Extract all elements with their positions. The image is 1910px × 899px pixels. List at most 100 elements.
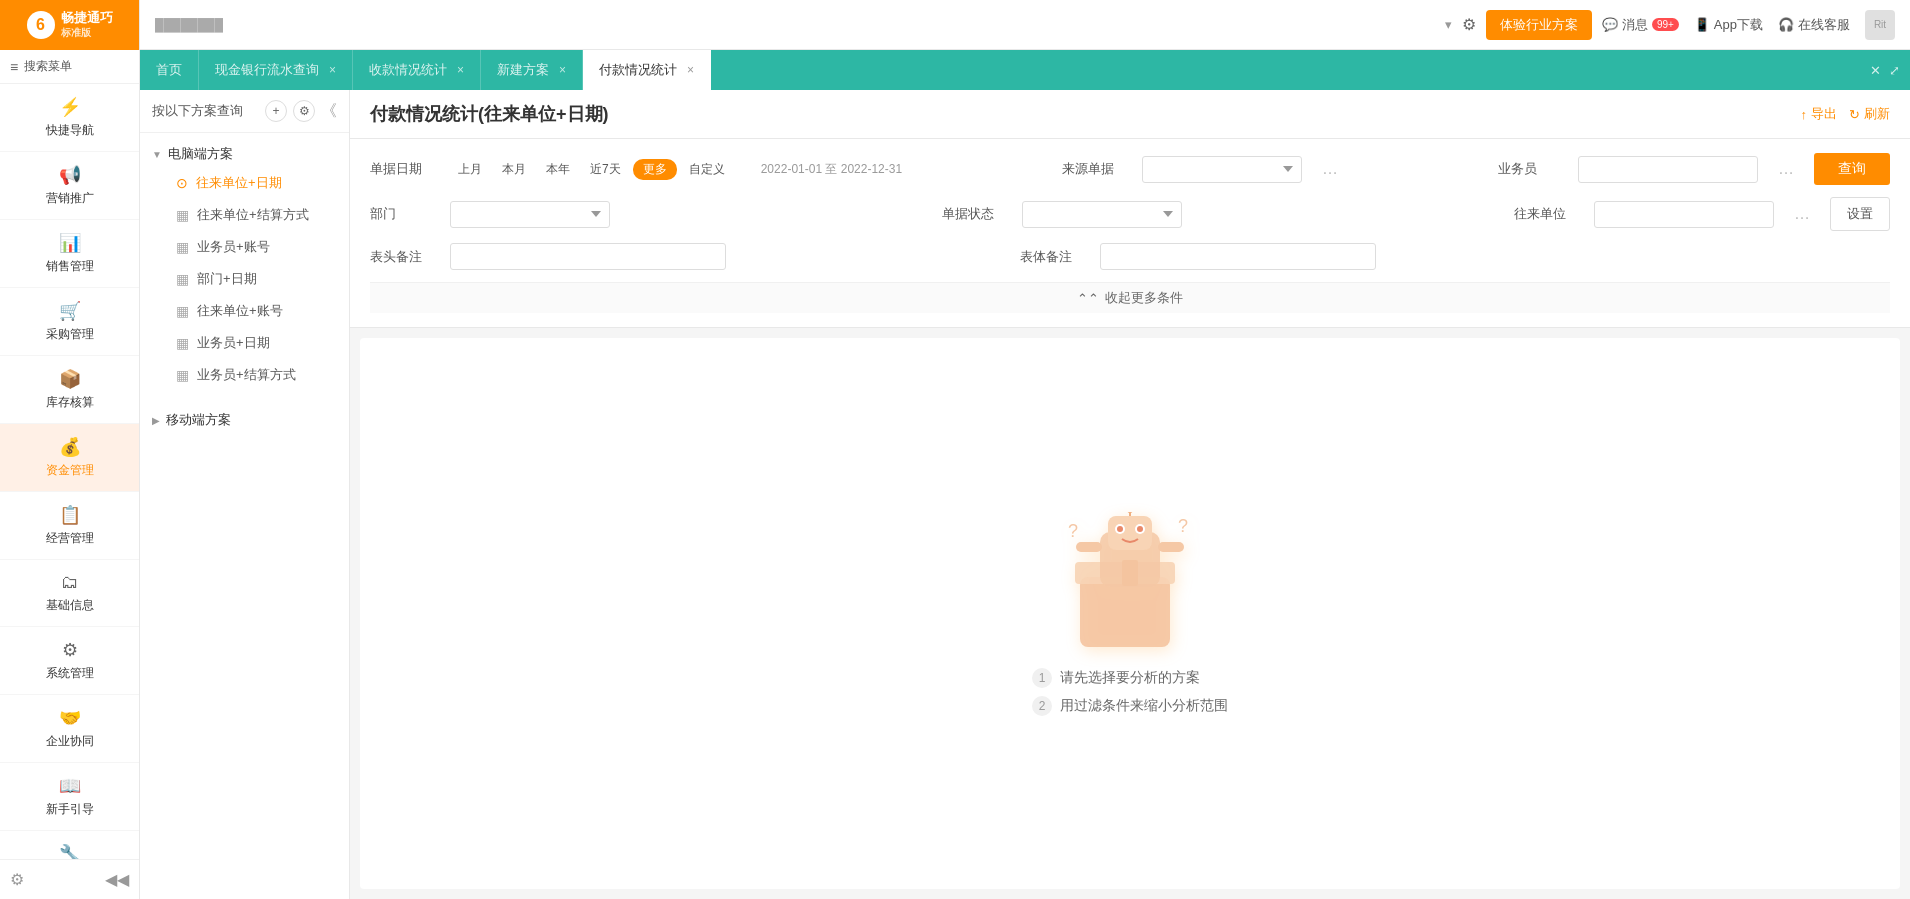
scheme-label-unit-settle: 往来单位+结算方式 [197, 206, 309, 224]
avatar[interactable]: Rit [1865, 10, 1895, 40]
date-btns: 上月本月本年近7天更多自定义 [450, 158, 733, 181]
maximize-icon[interactable]: ⤢ [1889, 63, 1900, 78]
message-icon: 💬 [1602, 17, 1618, 32]
topbar-settings-icon[interactable]: ⚙ [1462, 15, 1476, 34]
sidebar-item-guide[interactable]: 📖 新手引导 [0, 763, 139, 831]
sidebar-item-system[interactable]: ⚙ 系统管理 [0, 627, 139, 695]
scheme-item-unit-settle[interactable]: ▦ 往来单位+结算方式 [152, 199, 337, 231]
related-unit-input[interactable] [1594, 201, 1774, 228]
doc-status-select[interactable] [1022, 201, 1182, 228]
dropdown-arrow[interactable]: ▾ [1445, 17, 1452, 32]
tab-close-new-scheme[interactable]: × [559, 63, 566, 77]
sidebar-label-marketing: 营销推广 [46, 190, 94, 207]
sidebar-label-capital: 资金管理 [46, 462, 94, 479]
sidebar-item-operation[interactable]: 📋 经营管理 [0, 492, 139, 560]
header-note-input[interactable] [450, 243, 726, 270]
scheme-items-list: ⊙ 往来单位+日期 ▦ 往来单位+结算方式 ▦ 业务员+账号 ▦ 部门+日期 ▦… [152, 167, 337, 391]
svg-point-7 [1117, 526, 1123, 532]
filter-row-1: 单据日期 上月本月本年近7天更多自定义 2022-01-01 至 2022-12… [370, 153, 1890, 185]
settings-icon[interactable]: ⚙ [10, 870, 24, 889]
dept-select[interactable] [450, 201, 610, 228]
sidebar-item-marketing[interactable]: 📢 营销推广 [0, 152, 139, 220]
collapse-scheme-btn[interactable]: 《 [321, 101, 337, 122]
date-btn-自定义[interactable]: 自定义 [681, 158, 733, 181]
desktop-section-toggle[interactable]: ▼ 电脑端方案 [152, 141, 337, 167]
tab-payment-stats[interactable]: 付款情况统计× [583, 50, 711, 90]
tab-new-scheme[interactable]: 新建方案 × [481, 50, 583, 90]
date-btn-本月[interactable]: 本月 [494, 158, 534, 181]
empty-illustration: ? ? [1050, 512, 1210, 652]
source-select[interactable] [1142, 156, 1302, 183]
sidebar-label-purchase: 采购管理 [46, 326, 94, 343]
date-btn-本年[interactable]: 本年 [538, 158, 578, 181]
message-badge: 99+ [1652, 18, 1679, 31]
scheme-item-dept-date[interactable]: ▦ 部门+日期 [152, 263, 337, 295]
source-dots[interactable]: … [1322, 160, 1338, 178]
sidebar-item-inventory[interactable]: 📦 库存核算 [0, 356, 139, 424]
date-btn-更多[interactable]: 更多 [633, 159, 677, 180]
sidebar-item-quick-nav[interactable]: ⚡ 快捷导航 [0, 84, 139, 152]
scheme-item-staff-account[interactable]: ▦ 业务员+账号 [152, 231, 337, 263]
section-arrow-icon: ▼ [152, 149, 162, 160]
settings-btn[interactable]: 设置 [1830, 197, 1890, 231]
add-scheme-btn[interactable]: + [265, 100, 287, 122]
sidebar-item-enterprise[interactable]: 🤝 企业协同 [0, 695, 139, 763]
hint2-text: 用过滤条件来缩小分析范围 [1060, 697, 1228, 715]
tab-home[interactable]: 首页 [140, 50, 199, 90]
query-btn[interactable]: 查询 [1814, 153, 1890, 185]
sidebar-item-capital[interactable]: 💰 资金管理 [0, 424, 139, 492]
tab-bank-flow[interactable]: 现金银行流水查询× [199, 50, 353, 90]
tab-label-new-scheme: 新建方案 [497, 61, 549, 79]
export-btn[interactable]: ↑ 导出 [1801, 105, 1838, 123]
sidebar-icon-inventory: 📦 [59, 368, 81, 390]
tab-receipt-stats[interactable]: 收款情况统计× [353, 50, 481, 90]
collapse-sidebar-icon[interactable]: ◀◀ [105, 870, 129, 889]
sidebar-item-hardware[interactable]: 🔧 智能硬件 [0, 831, 139, 859]
date-btn-近7天[interactable]: 近7天 [582, 158, 629, 181]
tab-close-bank-flow[interactable]: × [329, 63, 336, 77]
topbar: ████████ ▾ ⚙ 体验行业方案 💬 消息 99+ 📱 App下载 🎧 在… [140, 0, 1910, 50]
tab-close-receipt-stats[interactable]: × [457, 63, 464, 77]
date-range: 2022-01-01 至 2022-12-31 [761, 161, 902, 178]
staff-input[interactable] [1578, 156, 1758, 183]
version-text: 标准版 [61, 26, 113, 40]
tabbar: 首页现金银行流水查询×收款情况统计×新建方案×付款情况统计× ✕ ⤢ [140, 50, 1910, 90]
scheme-settings-btn[interactable]: ⚙ [293, 100, 315, 122]
collapse-filter-btn[interactable]: ⌃⌃ 收起更多条件 [370, 283, 1890, 313]
staff-dots[interactable]: … [1778, 160, 1794, 178]
sidebar-icon-enterprise: 🤝 [59, 707, 81, 729]
trial-btn[interactable]: 体验行业方案 [1486, 10, 1592, 40]
sidebar-item-sales[interactable]: 📊 销售管理 [0, 220, 139, 288]
sidebar-icon-guide: 📖 [59, 775, 81, 797]
service-btn[interactable]: 🎧 在线客服 [1778, 16, 1850, 34]
svg-rect-11 [1076, 542, 1102, 552]
tab-close-payment-stats[interactable]: × [687, 63, 694, 77]
message-btn[interactable]: 💬 消息 99+ [1602, 16, 1679, 34]
related-unit-dots[interactable]: … [1794, 205, 1810, 223]
scheme-item-unit-account[interactable]: ▦ 往来单位+账号 [152, 295, 337, 327]
sidebar-label-basic: 基础信息 [46, 597, 94, 614]
refresh-btn[interactable]: ↻ 刷新 [1849, 105, 1890, 123]
svg-rect-0 [1080, 577, 1170, 647]
body-note-input[interactable] [1100, 243, 1376, 270]
scheme-item-unit-date[interactable]: ⊙ 往来单位+日期 [152, 167, 337, 199]
scheme-icon-staff-account: ▦ [176, 239, 189, 255]
search-menu-btn[interactable]: ≡ 搜索菜单 [0, 50, 139, 84]
export-label: 导出 [1811, 105, 1837, 123]
mobile-arrow-icon: ▶ [152, 415, 160, 426]
empty-hints: 1 请先选择要分析的方案 2 用过滤条件来缩小分析范围 [1032, 668, 1228, 716]
app-download-btn[interactable]: 📱 App下载 [1694, 16, 1763, 34]
date-btn-上月[interactable]: 上月 [450, 158, 490, 181]
right-panel: 付款情况统计(往来单位+日期) ↑ 导出 ↻ 刷新 单据日期 [350, 90, 1910, 899]
sidebar-item-basic[interactable]: 🗂 基础信息 [0, 560, 139, 627]
sidebar-logo: 6 畅捷通巧 标准版 [0, 0, 139, 50]
scheme-icon-staff-settle: ▦ [176, 367, 189, 383]
sidebar-item-purchase[interactable]: 🛒 采购管理 [0, 288, 139, 356]
scheme-item-staff-settle[interactable]: ▦ 业务员+结算方式 [152, 359, 337, 391]
close-window-icon[interactable]: ✕ [1870, 63, 1881, 78]
sidebar-icon-operation: 📋 [59, 504, 81, 526]
scheme-item-staff-date[interactable]: ▦ 业务员+日期 [152, 327, 337, 359]
scheme-label-staff-account: 业务员+账号 [197, 238, 270, 256]
mobile-section-toggle[interactable]: ▶ 移动端方案 [152, 407, 337, 433]
sidebar-label-system: 系统管理 [46, 665, 94, 682]
